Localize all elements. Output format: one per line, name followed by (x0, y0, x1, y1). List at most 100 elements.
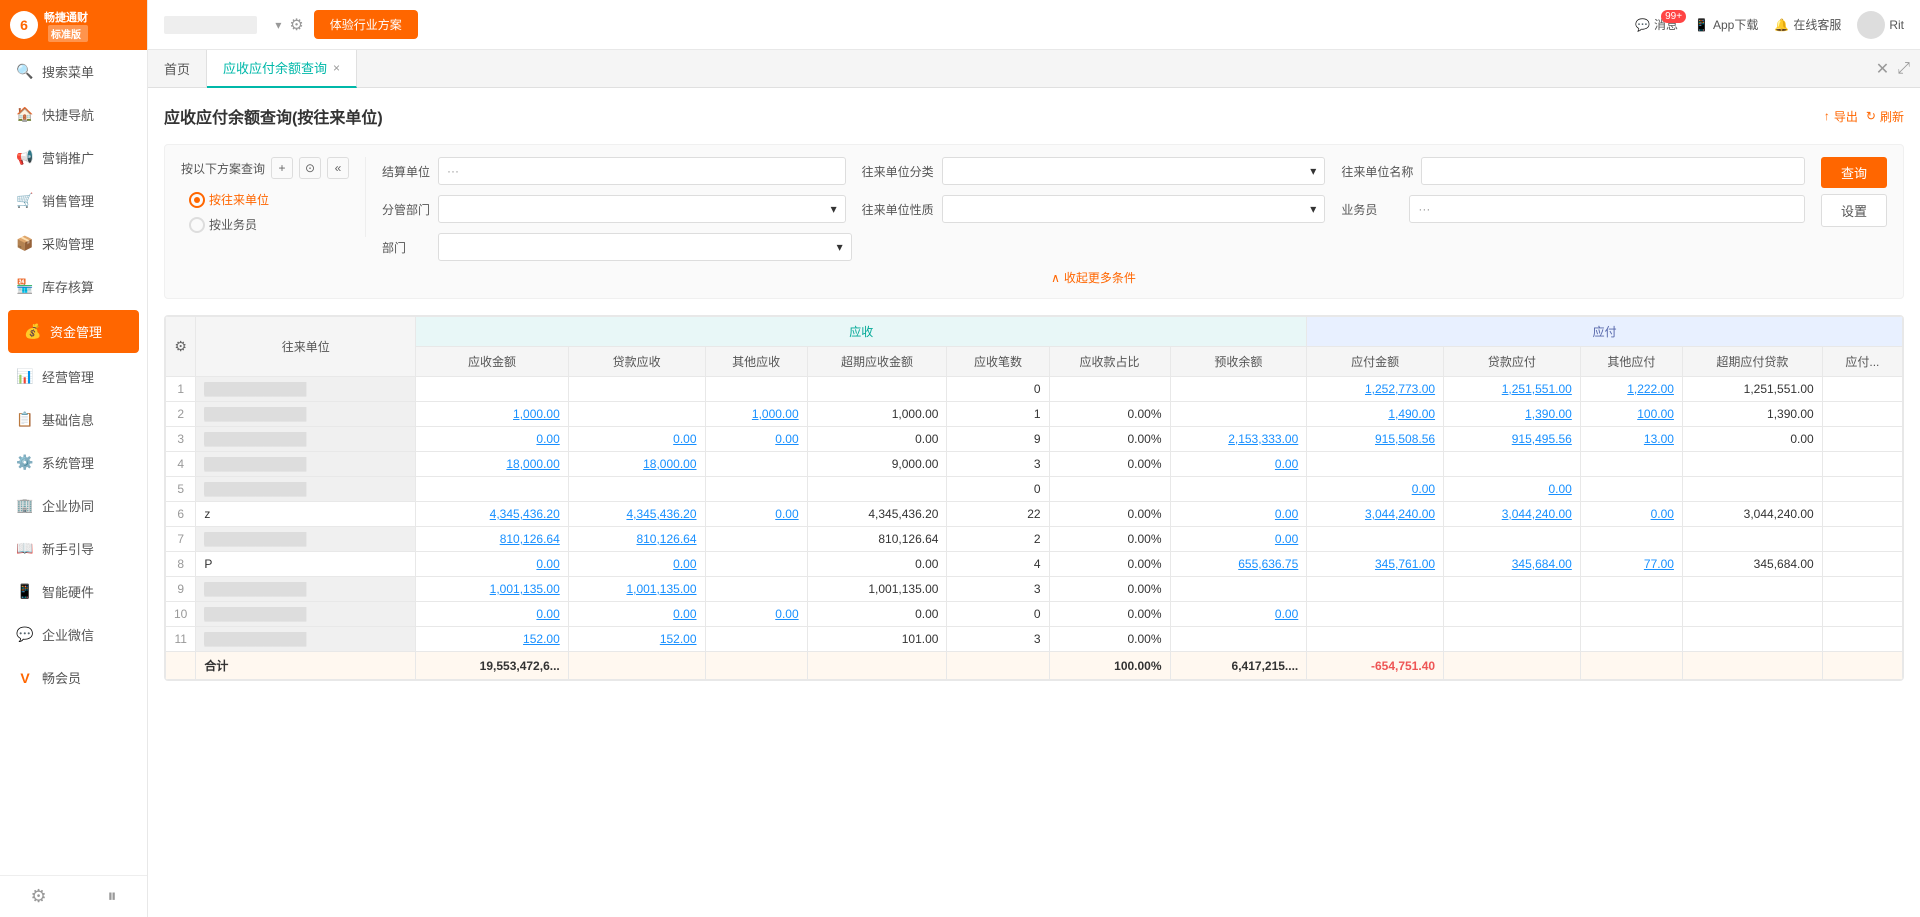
ap-cell[interactable]: 0.00 (1444, 477, 1581, 502)
message-icon: 💬 (1635, 18, 1650, 32)
sidebar-item-inventory[interactable]: 🏪 库存核算 (0, 265, 147, 308)
ar-cell[interactable]: 0.00 (568, 427, 705, 452)
salesman-input[interactable]: ··· (1409, 195, 1805, 223)
ar-cell[interactable]: 0.00 (1170, 502, 1307, 527)
ar-cell[interactable]: 4,345,436.20 (416, 502, 568, 527)
sidebar-item-finance[interactable]: 💰 资金管理 (8, 310, 139, 353)
messages-badge: 99+ (1661, 10, 1686, 23)
expand-icon[interactable]: ⤢ (1897, 60, 1910, 78)
settlement-unit-input[interactable]: ··· (438, 157, 846, 185)
ap-cell (1307, 452, 1444, 477)
ap-cell (1822, 602, 1902, 627)
filter-by-salesman[interactable]: 按业务员 (181, 212, 349, 237)
unit-nature-select[interactable]: ▾ (942, 195, 1326, 223)
ar-cell[interactable]: 0.00 (705, 427, 807, 452)
ar-cell[interactable]: 0.00 (416, 602, 568, 627)
messages-item[interactable]: 💬 消息 99+ (1635, 16, 1678, 33)
sidebar-item-vip[interactable]: V 畅会员 (0, 656, 147, 699)
sidebar-item-base-info[interactable]: 📋 基础信息 (0, 398, 147, 441)
ar-cell[interactable]: 18,000.00 (416, 452, 568, 477)
sidebar-collapse-icon[interactable]: ⏸ (108, 886, 117, 907)
ar-cell[interactable]: 1,001,135.00 (416, 577, 568, 602)
ap-cell[interactable]: 77.00 (1580, 552, 1682, 577)
table-row: 5████████████00.000.00 (166, 477, 1903, 502)
ar-cell[interactable]: 0.00 (1170, 452, 1307, 477)
ar-cell[interactable]: 1,000.00 (705, 402, 807, 427)
ar-cell[interactable]: 0.00 (416, 427, 568, 452)
ap-cell[interactable]: 1,490.00 (1307, 402, 1444, 427)
ap-cell[interactable]: 915,495.56 (1444, 427, 1581, 452)
ar-cell[interactable]: 4,345,436.20 (568, 502, 705, 527)
filter-by-entity[interactable]: 按往来单位 (181, 187, 349, 212)
sidebar-item-guide[interactable]: 📖 新手引导 (0, 527, 147, 570)
ap-cell[interactable]: 3,044,240.00 (1307, 502, 1444, 527)
ap-cell[interactable]: 345,684.00 (1444, 552, 1581, 577)
col-header-settings[interactable]: ⚙ (166, 317, 196, 377)
close-window-icon[interactable]: ✕ (1876, 59, 1889, 79)
add-filter-icon[interactable]: + (271, 157, 293, 179)
user-item[interactable]: Rit (1857, 11, 1904, 39)
ar-cell[interactable]: 18,000.00 (568, 452, 705, 477)
ap-cell[interactable]: 1,222.00 (1580, 377, 1682, 402)
ar-cell[interactable]: 0.00 (1170, 527, 1307, 552)
sidebar-item-marketing[interactable]: 📢 营销推广 (0, 136, 147, 179)
settings-icon[interactable]: ⚙ (289, 15, 303, 35)
ap-cell[interactable]: 0.00 (1580, 502, 1682, 527)
tab-home[interactable]: 首页 (148, 50, 207, 88)
ap-cell[interactable]: 13.00 (1580, 427, 1682, 452)
ar-cell[interactable]: 0.00 (1170, 602, 1307, 627)
unit-name-input[interactable] (1421, 157, 1805, 185)
ap-cell[interactable]: 3,044,240.00 (1444, 502, 1581, 527)
cooperation-icon: 🏢 (16, 497, 34, 515)
collapse-btn[interactable]: ∧ 收起更多条件 (1051, 269, 1136, 286)
ar-cell[interactable]: 0.00 (568, 602, 705, 627)
sidebar-item-sales[interactable]: 🛒 销售管理 (0, 179, 147, 222)
sidebar-item-hardware[interactable]: 📱 智能硬件 (0, 570, 147, 613)
ar-cell[interactable]: 152.00 (568, 627, 705, 652)
ar-cell[interactable]: 0.00 (416, 552, 568, 577)
ar-cell[interactable]: 1,000.00 (416, 402, 568, 427)
settings-filter-icon[interactable]: ⊙ (299, 157, 321, 179)
export-btn[interactable]: ↑ 导出 (1824, 108, 1858, 125)
tab-close-icon[interactable]: × (333, 61, 340, 75)
sidebar-item-wechat[interactable]: 💬 企业微信 (0, 613, 147, 656)
ar-cell[interactable]: 2,153,333.00 (1170, 427, 1307, 452)
ar-cell[interactable]: 810,126.64 (568, 527, 705, 552)
ap-cell[interactable]: 345,761.00 (1307, 552, 1444, 577)
ap-cell[interactable]: 100.00 (1580, 402, 1682, 427)
sidebar-item-cooperation[interactable]: 🏢 企业协同 (0, 484, 147, 527)
trial-btn[interactable]: 体验行业方案 (314, 10, 418, 39)
sidebar-item-system[interactable]: ⚙️ 系统管理 (0, 441, 147, 484)
dept-select[interactable]: ▾ (438, 233, 852, 261)
ar-cell[interactable]: 0.00 (568, 552, 705, 577)
ar-cell[interactable]: 1,001,135.00 (568, 577, 705, 602)
chevron-down-icon[interactable]: ▾ (275, 18, 281, 32)
ap-cell[interactable]: 915,508.56 (1307, 427, 1444, 452)
sidebar-item-search-menu[interactable]: 🔍 搜索菜单 (0, 50, 147, 93)
dept-manager-select[interactable]: ▾ (438, 195, 846, 223)
tab-ar-query[interactable]: 应收应付余额查询 × (207, 50, 357, 88)
ap-cell[interactable]: 0.00 (1307, 477, 1444, 502)
ap-cell[interactable]: 1,251,551.00 (1444, 377, 1581, 402)
sidebar-item-purchase[interactable]: 📦 采购管理 (0, 222, 147, 265)
app-download-item[interactable]: 📱 App下载 (1694, 16, 1758, 33)
collapse-filter-icon[interactable]: « (327, 157, 349, 179)
ar-cell[interactable]: 810,126.64 (416, 527, 568, 552)
ap-cell[interactable]: 1,390.00 (1444, 402, 1581, 427)
sidebar-item-quick-nav[interactable]: 🏠 快捷导航 (0, 93, 147, 136)
ar-cell: 810,126.64 (807, 527, 947, 552)
unit-category-select[interactable]: ▾ (942, 157, 1326, 185)
sidebar-item-operations[interactable]: 📊 经营管理 (0, 355, 147, 398)
ap-cell[interactable]: 1,252,773.00 (1307, 377, 1444, 402)
ar-cell[interactable]: 0.00 (705, 602, 807, 627)
query-btn[interactable]: 查询 (1821, 157, 1887, 188)
table-row: 10████████████0.000.000.000.0000.00%0.00 (166, 602, 1903, 627)
refresh-btn[interactable]: ↻ 刷新 (1866, 108, 1904, 125)
ar-cell[interactable]: 152.00 (416, 627, 568, 652)
table-settings-icon[interactable]: ⚙ (174, 338, 187, 354)
settings-btn[interactable]: 设置 (1821, 194, 1887, 227)
ar-cell[interactable]: 655,636.75 (1170, 552, 1307, 577)
sidebar-settings-icon[interactable]: ⚙ (30, 886, 46, 907)
ar-cell[interactable]: 0.00 (705, 502, 807, 527)
online-service-item[interactable]: 🔔 在线客服 (1774, 16, 1841, 33)
